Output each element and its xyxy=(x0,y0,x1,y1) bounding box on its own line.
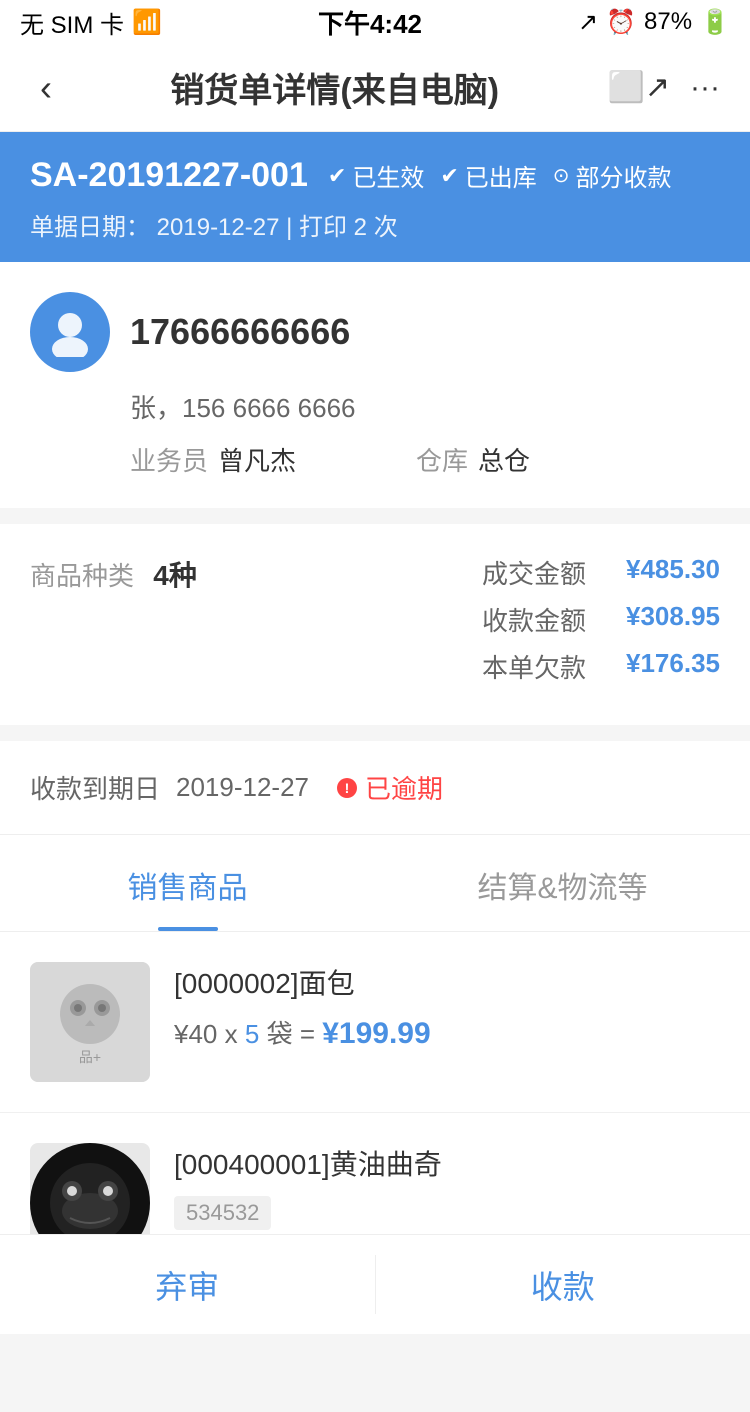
print-info: | 打印 2 次 xyxy=(286,214,398,241)
badge-partial: ⊙ 部分收款 xyxy=(553,158,672,193)
received-label: 收款金额 xyxy=(482,601,586,638)
date-label: 单据日期： xyxy=(30,214,150,241)
overdue-badge: ! 已逾期 xyxy=(325,765,455,810)
total-1: ¥199.99 xyxy=(322,1017,430,1050)
received-value: ¥308.95 xyxy=(626,601,720,638)
alarm-icon: ⏰ xyxy=(606,8,636,37)
product-sku-2: 534532 xyxy=(174,1196,271,1230)
salesman-label: 业务员 xyxy=(130,441,208,478)
category-label: 商品种类 xyxy=(30,561,134,591)
order-date-info: 单据日期： 2019-12-27 | 打印 2 次 xyxy=(30,207,720,242)
owed-value: ¥176.35 xyxy=(626,648,720,685)
nav-actions: ⬜↗ ··· xyxy=(608,70,720,105)
amount-label: 成交金额 xyxy=(482,554,586,591)
overdue-icon: ! xyxy=(337,778,357,798)
back-button[interactable]: ‹ xyxy=(30,57,62,119)
list-item: 品+ [0000002]面包 ¥40 x 5 袋 = ¥199.99 xyxy=(0,932,750,1113)
order-header-banner: SA-20191227-001 ✔ 已生效 ✔ 已出库 ⊙ 部分收款 单据日期：… xyxy=(0,132,750,262)
page-title: 销货单详情(来自电脑) xyxy=(170,63,499,112)
product-name-2: [000400001]黄油曲奇 xyxy=(174,1143,720,1183)
clock-icon: ⊙ xyxy=(553,163,570,188)
qty-1: 5 xyxy=(245,1019,259,1049)
nav-bar: ‹ 销货单详情(来自电脑) ⬜↗ ··· xyxy=(0,44,750,132)
location-icon: ↗ xyxy=(578,8,598,37)
status-bar: 无 SIM 卡 📶 下午4:42 ↗ ⏰ 87% 🔋 xyxy=(0,0,750,44)
status-left: 无 SIM 卡 📶 xyxy=(20,5,162,40)
confirm-button[interactable]: 收款 xyxy=(376,1235,750,1334)
owed-label: 本单欠款 xyxy=(482,648,586,685)
summary-section: 商品种类 4种 成交金额 ¥485.30 收款金额 ¥308.95 本单欠款 ¥… xyxy=(0,524,750,725)
more-icon[interactable]: ··· xyxy=(690,71,720,105)
battery-icon: 🔋 xyxy=(700,8,730,37)
salesman-value: 曾凡杰 xyxy=(218,441,296,478)
customer-section: 17666666666 张，156 6666 6666 业务员 曾凡杰 仓库 总… xyxy=(0,262,750,508)
order-date: 2019-12-27 xyxy=(157,214,280,241)
status-time: 下午4:42 xyxy=(318,4,422,41)
product-info-1: [0000002]面包 ¥40 x 5 袋 = ¥199.99 xyxy=(174,962,720,1051)
tab-products[interactable]: 销售商品 xyxy=(0,835,375,931)
warehouse-value: 总仓 xyxy=(478,441,530,478)
due-date-label: 收款到期日 xyxy=(30,769,160,806)
amount-value: ¥485.30 xyxy=(626,554,720,591)
due-date-value: 2019-12-27 xyxy=(176,772,309,803)
unit-1: 袋 xyxy=(267,1019,293,1049)
tabs-row: 销售商品 结算&物流等 xyxy=(0,835,750,932)
customer-meta: 业务员 曾凡杰 仓库 总仓 xyxy=(30,441,720,478)
customer-name-phone: 张，156 6666 6666 xyxy=(30,388,720,425)
badge-shipped: ✔ 已出库 xyxy=(440,158,536,193)
multiply-1: x xyxy=(225,1019,245,1049)
wifi-icon: 📶 xyxy=(132,8,162,37)
bottom-bar: 弃审 收款 xyxy=(0,1234,750,1334)
tabs-section: 销售商品 结算&物流等 xyxy=(0,835,750,932)
equal-1: = xyxy=(300,1019,322,1049)
share-icon[interactable]: ⬜↗ xyxy=(608,70,671,105)
badge-active: ✔ 已生效 xyxy=(328,158,424,193)
product-image-1: 品+ xyxy=(30,962,150,1082)
check-icon-active: ✔ xyxy=(328,163,346,189)
tab-settlement[interactable]: 结算&物流等 xyxy=(375,835,750,931)
due-date-section: 收款到期日 2019-12-27 ! 已逾期 xyxy=(0,741,750,835)
check-icon-shipped: ✔ xyxy=(440,163,458,189)
overdue-text: 已逾期 xyxy=(365,769,443,806)
customer-phone-name: 17666666666 xyxy=(130,311,350,353)
category-count: 4种 xyxy=(153,560,197,591)
battery-text: 87% xyxy=(644,8,692,36)
svg-text:品+: 品+ xyxy=(79,1049,101,1065)
product-price-1: ¥40 x 5 袋 = ¥199.99 xyxy=(174,1014,720,1051)
warehouse-label: 仓库 xyxy=(416,441,468,478)
amount-summary: 成交金额 ¥485.30 收款金额 ¥308.95 本单欠款 ¥176.35 xyxy=(482,554,720,695)
cancel-button[interactable]: 弃审 xyxy=(0,1235,375,1334)
order-id: SA-20191227-001 xyxy=(30,156,308,195)
status-right: ↗ ⏰ 87% 🔋 xyxy=(578,8,730,37)
unit-price-1: ¥40 xyxy=(174,1019,217,1049)
product-name-1: [0000002]面包 xyxy=(174,962,720,1002)
customer-avatar xyxy=(30,292,110,372)
carrier-text: 无 SIM 卡 xyxy=(20,5,124,40)
